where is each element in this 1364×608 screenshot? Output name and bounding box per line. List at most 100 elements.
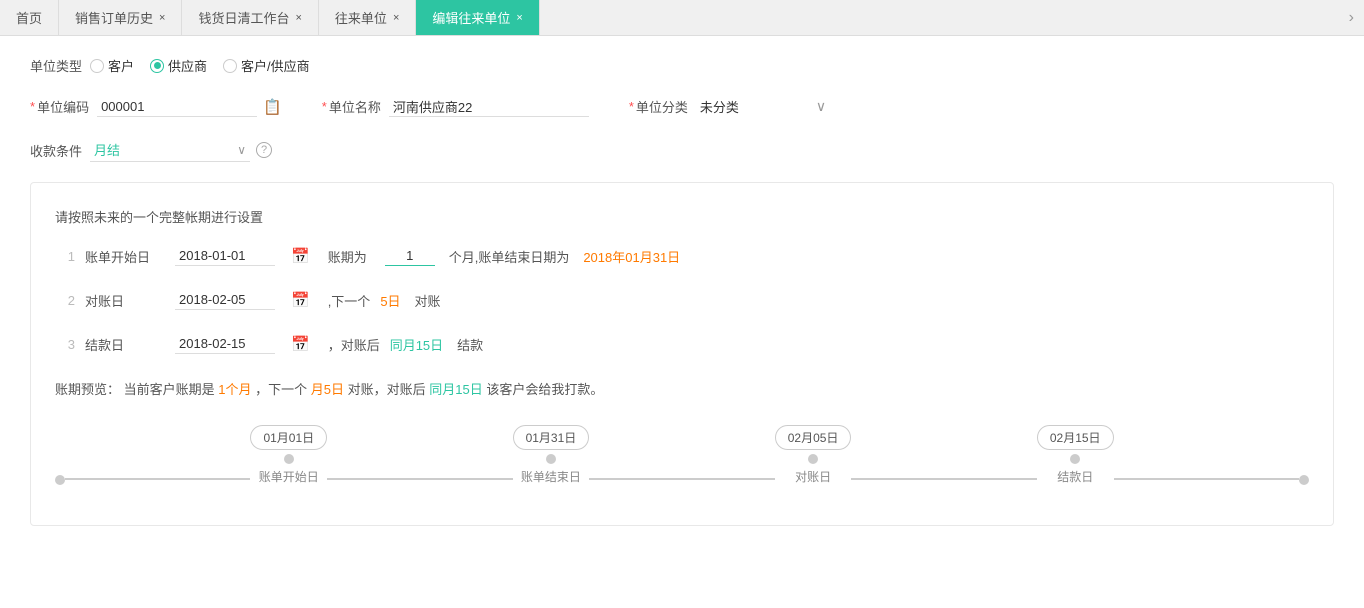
payment-date-input[interactable] xyxy=(175,334,275,354)
card-row-3: 3 结款日 📅 ，对账后 同月15日 结款 xyxy=(55,334,1309,354)
tabs-bar: 首页 销售订单历史 × 钱货日清工作台 × 往来单位 × 编辑往来单位 × › xyxy=(0,0,1364,36)
unit-name-label: 单位名称 xyxy=(329,97,381,116)
payment-terms-row: 收款条件 月结 ∨ ? xyxy=(30,138,1334,162)
tab-sales-history[interactable]: 销售订单历史 × xyxy=(59,0,182,35)
tab-edit-partner-label: 编辑往来单位 xyxy=(432,8,510,27)
tab-home[interactable]: 首页 xyxy=(0,0,59,35)
tab-partners[interactable]: 往来单位 × xyxy=(319,0,416,35)
row-suffix-2a: ,下一个 xyxy=(328,291,371,310)
tabs-chevron[interactable]: › xyxy=(1339,0,1364,35)
row-label-2: 对账日 xyxy=(85,291,165,310)
tl-label-2: 01月31日 xyxy=(513,425,590,450)
close-icon[interactable]: × xyxy=(516,12,522,24)
tl-line-1 xyxy=(65,478,250,480)
timeline-visual: 01月01日 账单开始日 01月31日 账单结束日 02月05日 对账日 xyxy=(55,425,1309,495)
tl-dot-end xyxy=(1299,475,1309,485)
tab-cash-work[interactable]: 钱货日清工作台 × xyxy=(182,0,318,35)
tab-edit-partner[interactable]: 编辑往来单位 × xyxy=(416,0,539,35)
unit-classify-dropdown[interactable]: 未分类 ∨ xyxy=(696,95,826,118)
payment-day-highlight: 同月15日 xyxy=(390,335,443,354)
tl-dot-3 xyxy=(808,454,818,464)
preview-text4: 该客户会给我打款。 xyxy=(486,382,603,397)
tl-node-4: 02月15日 结款日 xyxy=(1037,425,1114,485)
calendar-icon-2[interactable]: 📅 xyxy=(291,291,310,309)
card-title: 请按照未来的一个完整帐期进行设置 xyxy=(55,207,1309,226)
settings-card: 请按照未来的一个完整帐期进行设置 1 账单开始日 📅 账期为 个月,账单结束日期… xyxy=(30,182,1334,526)
tl-label-1: 01月01日 xyxy=(250,425,327,450)
preview-text2: ，下一个 xyxy=(255,382,307,397)
radio-circle-both xyxy=(223,59,237,73)
preview-orange2: 月5日 xyxy=(311,382,344,397)
preview-section: 账期预览： 当前客户账期是 1个月 ，下一个 月5日 对账，对账后 同月15日 … xyxy=(55,378,1309,401)
tab-cash-work-label: 钱货日清工作台 xyxy=(198,8,289,27)
unit-classify-value: 未分类 xyxy=(696,95,816,118)
end-date-highlight: 2018年01月31日 xyxy=(583,247,680,266)
copy-icon[interactable]: 📋 xyxy=(263,98,282,116)
payment-terms-dropdown[interactable]: 月结 ∨ xyxy=(90,138,250,162)
radio-both-label: 客户/供应商 xyxy=(241,56,310,75)
row-label-3: 结款日 xyxy=(85,335,165,354)
row-num-1: 1 xyxy=(55,249,75,264)
tl-dot-4 xyxy=(1070,454,1080,464)
unit-code-label: 单位编码 xyxy=(37,97,89,116)
payment-terms-label: 收款条件 xyxy=(30,141,82,160)
tl-sublabel-4: 结款日 xyxy=(1057,468,1093,485)
chevron-down-icon[interactable]: ∨ xyxy=(233,141,250,159)
tab-partners-label: 往来单位 xyxy=(335,8,387,27)
chevron-down-icon[interactable]: ∨ xyxy=(816,98,826,115)
tl-sublabel-2: 账单结束日 xyxy=(521,468,581,485)
calendar-icon-3[interactable]: 📅 xyxy=(291,335,310,353)
reconcile-day-highlight: 5日 xyxy=(380,291,400,310)
radio-customer-label: 客户 xyxy=(108,56,134,75)
radio-customer[interactable]: 客户 xyxy=(90,56,134,75)
row-num-2: 2 xyxy=(55,293,75,308)
tl-start-dot xyxy=(55,475,65,485)
tab-home-label: 首页 xyxy=(16,8,42,27)
unit-code-group: * 单位编码 📋 xyxy=(30,97,282,117)
tl-node-1: 01月01日 账单开始日 xyxy=(250,425,327,485)
close-icon[interactable]: × xyxy=(295,12,301,24)
unit-name-input[interactable] xyxy=(389,97,589,117)
row-label-1: 账单开始日 xyxy=(85,247,165,266)
preview-text3: 对账，对账后 xyxy=(348,382,426,397)
period-input[interactable] xyxy=(385,246,435,266)
row-suffix-3b: 结款 xyxy=(457,335,483,354)
unit-type-row: 单位类型 客户 供应商 客户/供应商 xyxy=(30,56,1334,75)
unit-classify-label: 单位分类 xyxy=(636,97,688,116)
required-star: * xyxy=(30,99,35,114)
tl-label-4: 02月15日 xyxy=(1037,425,1114,450)
tl-label-3: 02月05日 xyxy=(775,425,852,450)
payment-terms-value: 月结 xyxy=(90,138,233,161)
start-date-input[interactable] xyxy=(175,246,275,266)
row-num-3: 3 xyxy=(55,337,75,352)
unit-name-group: * 单位名称 xyxy=(322,97,589,117)
unit-classify-group: * 单位分类 未分类 ∨ xyxy=(629,95,826,118)
page-content: 单位类型 客户 供应商 客户/供应商 * 单位编码 📋 * 单位名称 xyxy=(0,36,1364,608)
unit-code-input[interactable] xyxy=(97,97,257,117)
radio-circle-supplier xyxy=(150,59,164,73)
row-suffix-1: 账期为 xyxy=(328,247,367,266)
help-icon[interactable]: ? xyxy=(256,142,272,158)
required-star: * xyxy=(629,99,634,114)
tl-line-4 xyxy=(851,478,1036,480)
reconcile-date-input[interactable] xyxy=(175,290,275,310)
radio-group: 客户 供应商 客户/供应商 xyxy=(90,56,310,75)
tl-sublabel-3: 对账日 xyxy=(795,468,831,485)
close-icon[interactable]: × xyxy=(159,12,165,24)
tl-sublabel-1: 账单开始日 xyxy=(259,468,319,485)
tl-line-3 xyxy=(589,478,774,480)
calendar-icon-1[interactable]: 📅 xyxy=(291,247,310,265)
radio-both[interactable]: 客户/供应商 xyxy=(223,56,310,75)
unit-type-label: 单位类型 xyxy=(30,56,82,75)
card-row-1: 1 账单开始日 📅 账期为 个月,账单结束日期为 2018年01月31日 xyxy=(55,246,1309,266)
tl-line-2 xyxy=(327,478,512,480)
row-month-suffix: 个月,账单结束日期为 xyxy=(449,247,570,266)
preview-text1: 当前客户账期是 xyxy=(124,382,215,397)
preview-label: 账期预览： xyxy=(55,382,120,397)
radio-supplier-label: 供应商 xyxy=(168,56,207,75)
close-icon[interactable]: × xyxy=(393,12,399,24)
tl-dot-start xyxy=(55,475,65,485)
radio-supplier[interactable]: 供应商 xyxy=(150,56,207,75)
tl-end-dot xyxy=(1299,475,1309,485)
tab-sales-history-label: 销售订单历史 xyxy=(75,8,153,27)
